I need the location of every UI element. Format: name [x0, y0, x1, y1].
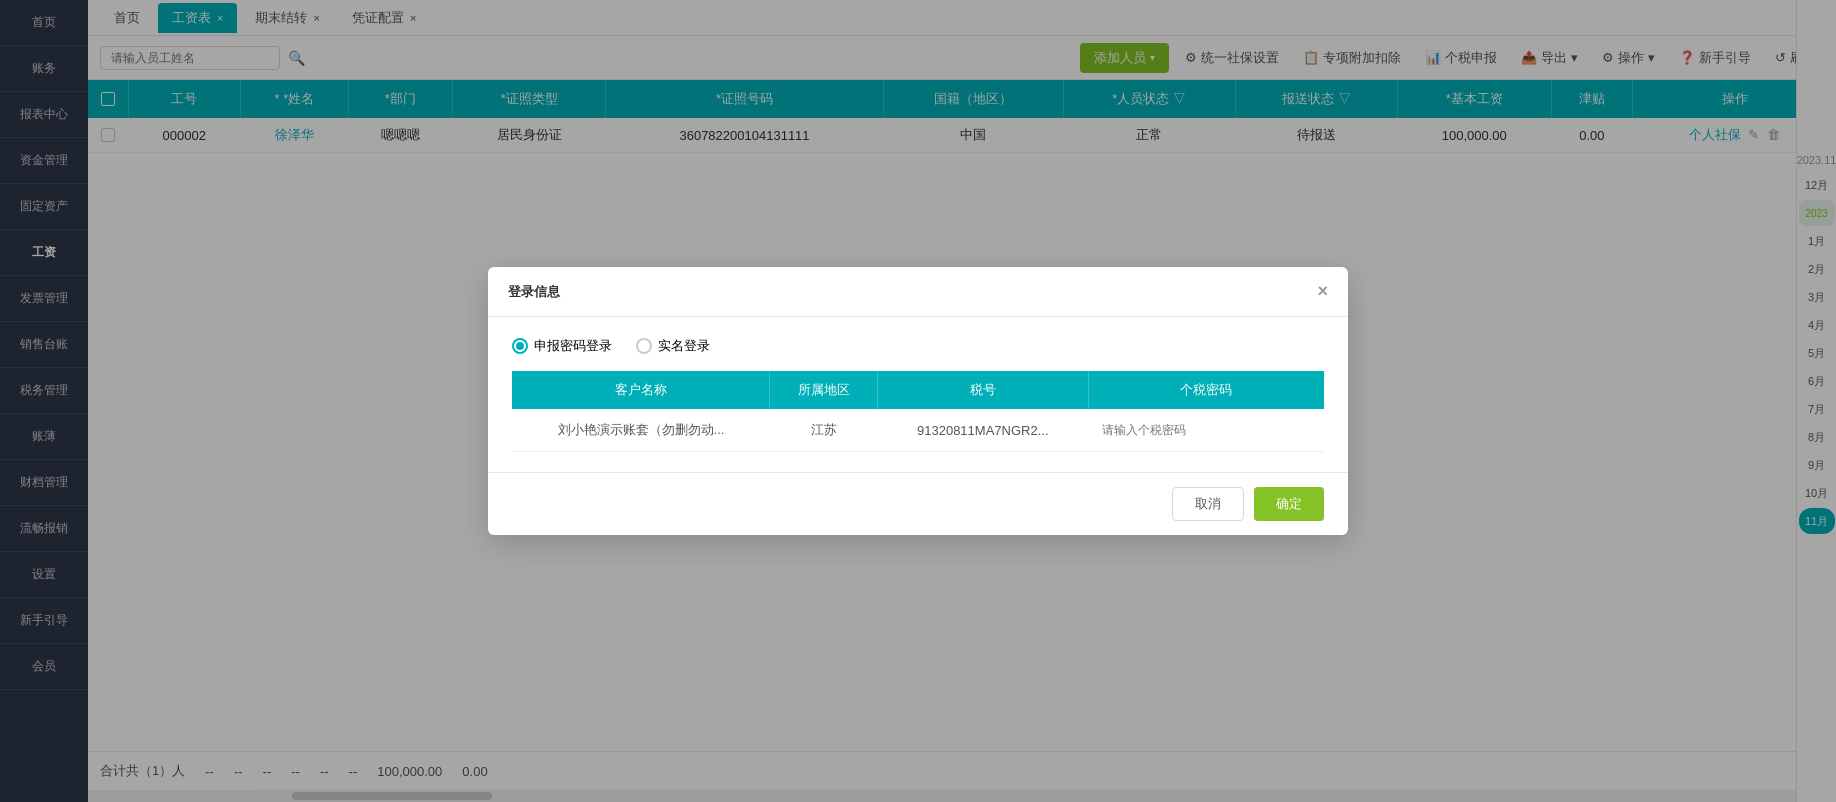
login-dialog: 登录信息 × 申报密码登录 实名登录 客户名称: [488, 267, 1348, 535]
dialog-close-button[interactable]: ×: [1317, 281, 1328, 302]
inner-col-region: 所属地区: [770, 371, 877, 409]
radio-realname-login[interactable]: 实名登录: [636, 337, 710, 355]
radio-label-password: 申报密码登录: [534, 337, 612, 355]
client-row: 刘小艳演示账套（勿删勿动... 江苏 91320811MA7NGR2...: [512, 409, 1324, 452]
password-field[interactable]: [1102, 423, 1310, 437]
dialog-footer: 取消 确定: [488, 472, 1348, 535]
cell-tax-no: 91320811MA7NGR2...: [877, 409, 1088, 452]
client-table: 客户名称 所属地区 税号 个税密码 刘小艳演示账套（勿删勿动... 江苏 913…: [512, 371, 1324, 452]
radio-password-login[interactable]: 申报密码登录: [512, 337, 612, 355]
dialog-body: 申报密码登录 实名登录 客户名称 所属地区 税号 个税密码: [488, 317, 1348, 472]
cell-password-input[interactable]: [1088, 409, 1324, 452]
cell-region: 江苏: [770, 409, 877, 452]
inner-col-tax-no: 税号: [877, 371, 1088, 409]
inner-col-password: 个税密码: [1088, 371, 1324, 409]
confirm-button[interactable]: 确定: [1254, 487, 1324, 521]
cell-client-name: 刘小艳演示账套（勿删勿动...: [512, 409, 770, 452]
dialog-title: 登录信息: [508, 283, 560, 301]
radio-dot-password: [512, 338, 528, 354]
login-type-radio-group: 申报密码登录 实名登录: [512, 337, 1324, 355]
radio-label-realname: 实名登录: [658, 337, 710, 355]
inner-col-client: 客户名称: [512, 371, 770, 409]
cancel-button[interactable]: 取消: [1172, 487, 1244, 521]
dialog-header: 登录信息 ×: [488, 267, 1348, 317]
radio-dot-realname: [636, 338, 652, 354]
modal-overlay: 登录信息 × 申报密码登录 实名登录 客户名称: [0, 0, 1836, 802]
